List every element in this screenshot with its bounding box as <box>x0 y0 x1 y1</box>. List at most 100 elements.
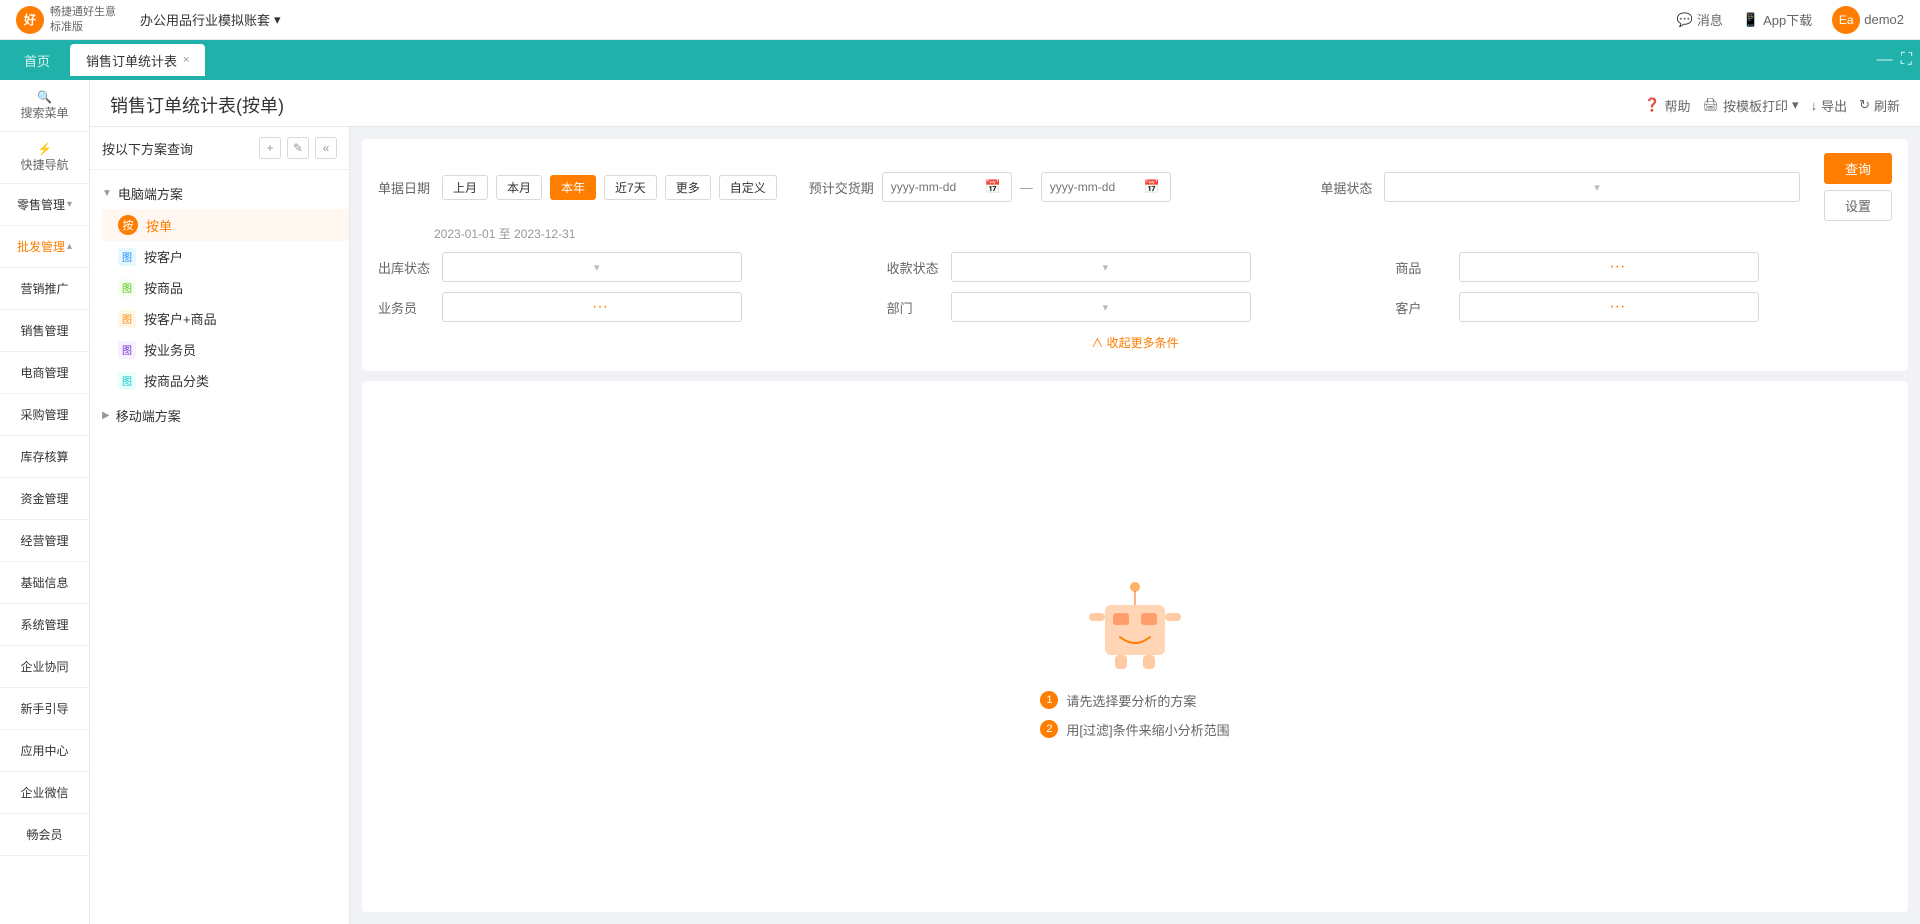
nav-tabs: 首页 销售订单统计表 × — ⛶ <box>0 40 1920 80</box>
scheme-item-by-salesperson[interactable]: 图 按业务员 <box>102 334 349 365</box>
sidebar-item-system[interactable]: 系统管理 <box>0 604 89 646</box>
top-bar: 好 畅捷通好生意 标准版 办公用品行业模拟账套 ▾ 💬 消息 📱 App下载 E… <box>0 0 1920 40</box>
collapse-panel-button[interactable]: « <box>315 137 337 159</box>
logo-icon: 好 <box>16 6 44 34</box>
collapse-bar[interactable]: ∧ 收起更多条件 <box>378 328 1892 357</box>
refresh-button[interactable]: ↻ 刷新 <box>1859 96 1900 115</box>
pc-scheme-parent[interactable]: ▼ 电脑端方案 <box>90 178 349 209</box>
calendar-icon: 📅 <box>985 179 1001 195</box>
sidebar-item-newguide[interactable]: 新手引导 <box>0 688 89 730</box>
sidebar-item-finance[interactable]: 资金管理 <box>0 478 89 520</box>
scheme-item-by-customer[interactable]: 图 按客户 <box>102 241 349 272</box>
print-button[interactable]: 🖨 按模板打印 ▾ <box>1703 96 1799 115</box>
stock-status-select[interactable]: ▾ <box>442 252 742 282</box>
date-btn-custom[interactable]: 自定义 <box>719 175 777 200</box>
doc-status-select[interactable]: ▾ <box>1384 172 1800 202</box>
scheme-item-by-customer-goods[interactable]: 图 按客户+商品 <box>102 303 349 334</box>
sidebar-item-cooperation[interactable]: 企业协同 <box>0 646 89 688</box>
payment-status-label: 收款状态 <box>887 258 943 277</box>
setting-button[interactable]: 设置 <box>1824 190 1892 221</box>
export-button[interactable]: ↓ 导出 <box>1811 96 1848 115</box>
user-menu[interactable]: Ea demo2 <box>1832 6 1904 34</box>
top-bar-right: 💬 消息 📱 App下载 Ea demo2 <box>1677 6 1904 34</box>
minimize-button[interactable]: — <box>1877 51 1893 69</box>
sidebar-item-appcenter[interactable]: 应用中心 <box>0 730 89 772</box>
date-separator: — <box>1020 180 1033 195</box>
empty-state: 1 请先选择要分析的方案 2 用[过滤]条件来缩小分析范围 <box>362 381 1908 912</box>
expected-date-end[interactable]: 📅 <box>1041 172 1171 202</box>
more-icon-2[interactable]: ··· <box>592 298 733 316</box>
sidebar-item-sales[interactable]: 销售管理 <box>0 310 89 352</box>
sidebar-item-purchase[interactable]: 采购管理 <box>0 394 89 436</box>
maximize-button[interactable]: ⛶ <box>1901 51 1912 69</box>
calendar-icon-2: 📅 <box>1144 179 1160 195</box>
sidebar-item-wechat[interactable]: 企业微信 <box>0 772 89 814</box>
scheme-icon-category: 图 <box>118 372 136 390</box>
payment-status-select[interactable]: ▾ <box>951 252 1251 282</box>
salesperson-input[interactable]: ··· <box>442 292 742 322</box>
message-icon: 💬 <box>1677 12 1693 28</box>
sidebar-item-basic-info[interactable]: 基础信息 <box>0 562 89 604</box>
tab-home[interactable]: 首页 <box>8 44 66 76</box>
add-scheme-button[interactable]: + <box>259 137 281 159</box>
empty-illustration <box>1075 555 1195 675</box>
edit-scheme-button[interactable]: ✎ <box>287 137 309 159</box>
tab-close-icon[interactable]: × <box>183 54 189 66</box>
page-actions: ❓ 帮助 🖨 按模板打印 ▾ ↓ 导出 ↻ 刷新 <box>1644 96 1900 115</box>
chevron-right-icon: ▶ <box>102 410 110 421</box>
expected-date-start-input[interactable] <box>891 180 981 194</box>
sidebar-item-wholesale[interactable]: 批发管理 ▴ <box>0 226 89 268</box>
query-button[interactable]: 查询 <box>1824 153 1892 184</box>
sidebar-item-marketing[interactable]: 营销推广 <box>0 268 89 310</box>
company-selector[interactable]: 办公用品行业模拟账套 ▾ <box>140 10 281 29</box>
sidebar-item-search[interactable]: 🔍搜索菜单 <box>0 80 89 132</box>
print-icon: 🖨 <box>1703 97 1720 113</box>
sidebar-item-member[interactable]: 畅会员 <box>0 814 89 856</box>
more-icon[interactable]: ··· <box>1609 258 1750 276</box>
help-button[interactable]: ❓ 帮助 <box>1644 96 1690 115</box>
sidebar-item-quicknav[interactable]: ⚡快捷导航 <box>0 132 89 184</box>
chevron-up-icon: ▴ <box>67 241 72 252</box>
filter-row-2: 出库状态 ▾ 收款状态 ▾ <box>378 252 1892 282</box>
message-button[interactable]: 💬 消息 <box>1677 10 1723 29</box>
department-label: 部门 <box>887 298 943 317</box>
tab-sales-order-stats[interactable]: 销售订单统计表 × <box>70 44 205 76</box>
step-number-1: 1 <box>1040 691 1058 709</box>
more-icon-3[interactable]: ··· <box>1609 298 1750 316</box>
scheme-icon-order: 按 <box>118 215 138 235</box>
department-select[interactable]: ▾ <box>951 292 1251 322</box>
app-download-button[interactable]: 📱 App下载 <box>1743 10 1812 29</box>
sidebar-item-retail[interactable]: 零售管理 ▾ <box>0 184 89 226</box>
customer-input[interactable]: ··· <box>1459 292 1759 322</box>
scheme-item-by-goods[interactable]: 图 按商品 <box>102 272 349 303</box>
sidebar-item-inventory[interactable]: 库存核算 <box>0 436 89 478</box>
scheme-icon-goods: 图 <box>118 279 136 297</box>
expected-date-end-input[interactable] <box>1050 180 1140 194</box>
empty-step-2: 2 用[过滤]条件来缩小分析范围 <box>1040 720 1229 739</box>
date-btn-7days[interactable]: 近7天 <box>604 175 657 200</box>
scheme-item-by-order[interactable]: 按 按单 <box>102 209 349 241</box>
sidebar-item-ecommerce[interactable]: 电商管理 <box>0 352 89 394</box>
date-btn-this-month[interactable]: 本月 <box>496 175 542 200</box>
goods-input[interactable]: ··· <box>1459 252 1759 282</box>
filter-area: 单据日期 上月 本月 本年 近7天 更多 自定义 <box>362 139 1908 371</box>
date-label: 单据日期 <box>378 178 434 197</box>
sidebar-item-operations[interactable]: 经营管理 <box>0 520 89 562</box>
expected-date-start[interactable]: 📅 <box>882 172 1012 202</box>
scheme-item-by-category[interactable]: 图 按商品分类 <box>102 365 349 396</box>
date-btn-last-month[interactable]: 上月 <box>442 175 488 200</box>
step-number-2: 2 <box>1040 720 1058 738</box>
logo-area: 好 畅捷通好生意 标准版 <box>16 5 116 34</box>
date-btn-more[interactable]: 更多 <box>665 175 711 200</box>
export-icon: ↓ <box>1811 98 1818 113</box>
goods-label: 商品 <box>1395 258 1451 277</box>
date-range-text: 2023-01-01 至 2023-12-31 <box>434 227 575 241</box>
filter-row-1: 单据日期 上月 本月 本年 近7天 更多 自定义 <box>378 153 1892 221</box>
date-btn-this-year[interactable]: 本年 <box>550 175 596 200</box>
right-panel: 单据日期 上月 本月 本年 近7天 更多 自定义 <box>350 127 1920 924</box>
chevron-down-icon: ▼ <box>102 188 112 199</box>
salesperson-label: 业务员 <box>378 298 434 317</box>
date-button-group: 上月 本月 本年 近7天 更多 自定义 <box>442 175 777 200</box>
scheme-icon-sales: 图 <box>118 341 136 359</box>
mobile-scheme-parent[interactable]: ▶ 移动端方案 <box>90 400 349 431</box>
